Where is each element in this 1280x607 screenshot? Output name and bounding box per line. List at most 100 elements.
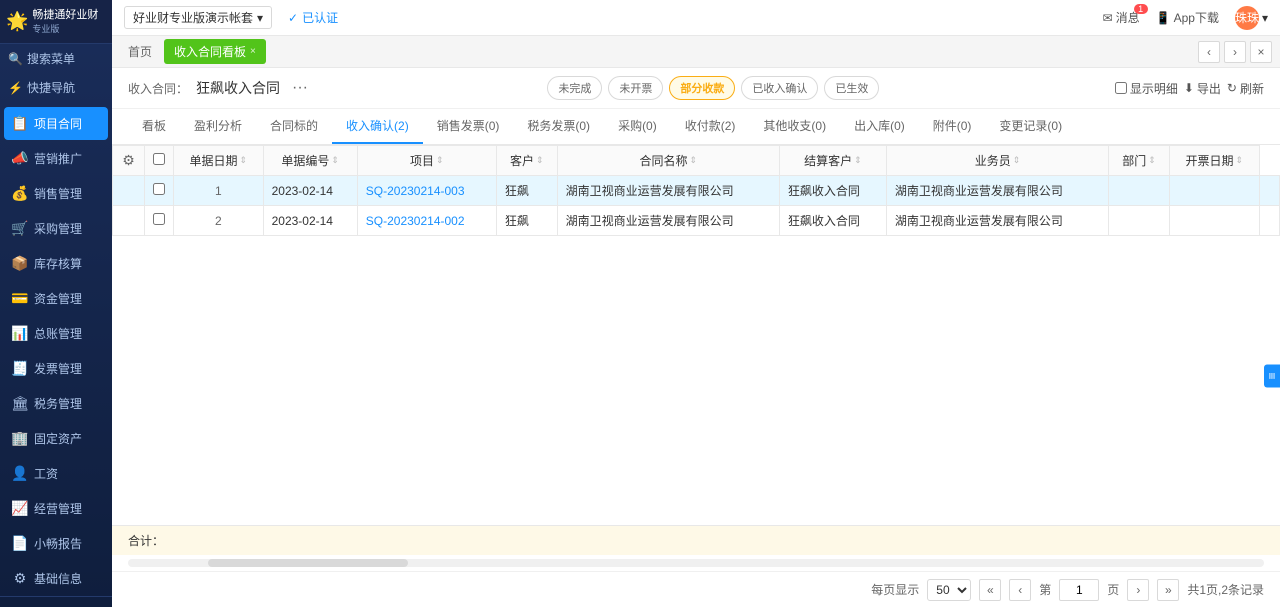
tab-other-income[interactable]: 其他收支(0) (749, 109, 840, 144)
tab-stock-out[interactable]: 出入库(0) (840, 109, 919, 144)
scroll-thumb[interactable] (208, 559, 408, 567)
tab-contract-board[interactable]: 收入合同看板 × (164, 39, 266, 64)
row-checkbox-0[interactable] (153, 183, 165, 195)
sidebar-item-hr[interactable]: 👤 工资 (4, 457, 108, 490)
sidebar-item-label-search: 搜索菜单 (27, 50, 75, 67)
cell-customer-1: 湖南卫视商业运营发展有限公司 (557, 206, 779, 236)
status-uninvoiced-button[interactable]: 未开票 (608, 76, 663, 100)
pagination-first-button[interactable]: « (979, 579, 1001, 601)
sidebar-item-invoice-mgmt[interactable]: 🧾 发票管理 (4, 352, 108, 385)
show-detail-toggle[interactable]: 显示明细 (1115, 80, 1178, 97)
th-salesperson-sort[interactable]: 业务员 ⇕ (975, 152, 1021, 169)
sidebar-item-inventory[interactable]: 📦 库存核算 (4, 247, 108, 280)
sidebar-item-marketing[interactable]: 📣 营销推广 (4, 142, 108, 175)
th-billing-customer-sort[interactable]: 结算客户 ⇕ (804, 152, 862, 169)
tab-close-window-button[interactable]: × (1250, 41, 1272, 63)
cell-num-1: 2 (174, 206, 264, 236)
table-row[interactable]: 2 2023-02-14 SQ-20230214-002 狂飙 湖南卫视商业运营… (113, 206, 1280, 236)
cell-check[interactable] (145, 176, 174, 206)
status-active-button[interactable]: 已生效 (824, 76, 879, 100)
sidebar-item-sales[interactable]: 💰 销售管理 (4, 177, 108, 210)
table-body: 1 2023-02-14 SQ-20230214-003 狂飙 湖南卫视商业运营… (113, 176, 1280, 236)
app-download-button[interactable]: 📱 App下载 (1156, 9, 1219, 26)
tab-home[interactable]: 首页 (120, 39, 160, 64)
sidebar-item-general[interactable]: 📊 总账管理 (4, 317, 108, 350)
company-selector[interactable]: 好业财专业版演示帐套 ▾ (124, 6, 272, 29)
refresh-icon: ↻ (1227, 81, 1237, 95)
tab-profit[interactable]: 盈利分析 (180, 109, 256, 144)
row-checkbox-1[interactable] (153, 213, 165, 225)
sidebar-item-report[interactable]: 📄 小畅报告 (4, 527, 108, 560)
chevron-down-icon-user: ▾ (1262, 11, 1268, 25)
tab-kanban[interactable]: 看板 (128, 109, 180, 144)
pagination-next-button[interactable]: › (1127, 579, 1149, 601)
select-all-checkbox[interactable] (153, 153, 165, 165)
cell-number-1[interactable]: SQ-20230214-002 (357, 206, 496, 236)
sidebar-item-quicknav[interactable]: ⚡ 快捷导航 (0, 73, 112, 102)
cell-check[interactable] (145, 206, 174, 236)
cell-invoice-date-0 (1259, 176, 1279, 206)
sidebar-item-ops[interactable]: 📈 经营管理 (4, 492, 108, 525)
th-invoice-date-sort[interactable]: 开票日期 ⇕ (1185, 152, 1243, 169)
tab-contract-std[interactable]: 合同标的 (256, 109, 332, 144)
sidebar-item-label-funds: 资金管理 (34, 290, 82, 307)
mobile-icon: 📱 (1156, 11, 1171, 25)
tab-prev-button[interactable]: ‹ (1198, 41, 1220, 63)
cell-number-0[interactable]: SQ-20230214-003 (357, 176, 496, 206)
fixed-assets-icon: 🏢 (12, 431, 28, 447)
tab-purchase[interactable]: 采购(0) (604, 109, 671, 144)
tab-tax-invoice[interactable]: 税务发票(0) (513, 109, 604, 144)
horizontal-scrollbar[interactable] (128, 559, 1264, 567)
table-row[interactable]: 1 2023-02-14 SQ-20230214-003 狂飙 湖南卫视商业运营… (113, 176, 1280, 206)
status-uncomplete-button[interactable]: 未完成 (547, 76, 602, 100)
project-icon: 📋 (12, 116, 28, 132)
record-link-0[interactable]: SQ-20230214-003 (366, 184, 465, 198)
th-customer-sort[interactable]: 客户 ⇕ (510, 152, 544, 169)
status-confirmed-button[interactable]: 已收入确认 (741, 76, 818, 100)
right-panel-toggle[interactable]: ≡ (1264, 364, 1280, 387)
tab-attachments[interactable]: 附件(0) (919, 109, 986, 144)
user-menu[interactable]: 珠珠 ▾ (1235, 6, 1268, 30)
th-project-sort[interactable]: 项目 ⇕ (410, 152, 444, 169)
avatar-text: 珠珠 (1235, 9, 1259, 26)
sidebar-item-base[interactable]: ⚙ 基础信息 (4, 562, 108, 595)
tab-sales-invoice[interactable]: 销售发票(0) (423, 109, 514, 144)
purchase-icon: 🛒 (12, 221, 28, 237)
record-link-1[interactable]: SQ-20230214-002 (366, 214, 465, 228)
marketing-icon: 📣 (12, 151, 28, 167)
footer-total-label: 合计： (128, 532, 164, 549)
th-date-sort[interactable]: 单据日期 ⇕ (190, 152, 248, 169)
sidebar-item-project[interactable]: 📋 项目合同 (4, 107, 108, 140)
last-icon: » (1165, 583, 1172, 597)
tab-change-log[interactable]: 变更记录(0) (985, 109, 1076, 144)
th-department-sort[interactable]: 部门 ⇕ (1122, 152, 1156, 169)
th-contract-name-sort[interactable]: 合同名称 ⇕ (639, 152, 697, 169)
sidebar-item-purchase[interactable]: 🛒 采购管理 (4, 212, 108, 245)
th-number-sort[interactable]: 单据编号 ⇕ (281, 152, 339, 169)
pagination-last-button[interactable]: » (1157, 579, 1179, 601)
per-page-select[interactable]: 50 (927, 579, 971, 601)
sidebar-item-label-ops: 经营管理 (34, 500, 82, 517)
tab-payment[interactable]: 收付款(2) (671, 109, 750, 144)
more-options-button[interactable]: ··· (288, 79, 312, 97)
sidebar-item-tax[interactable]: 🏛 税务管理 (4, 387, 108, 420)
show-detail-checkbox[interactable] (1115, 82, 1127, 94)
export-button[interactable]: ⬇ 导出 (1184, 80, 1221, 97)
refresh-button[interactable]: ↻ 刷新 (1227, 80, 1264, 97)
tab-income-confirm[interactable]: 收入确认(2) (332, 109, 423, 144)
sidebar-item-label-invoice-mgmt: 发票管理 (34, 360, 82, 377)
sidebar-item-search[interactable]: 🔍 搜索菜单 (0, 44, 112, 73)
prev-icon: ‹ (1207, 45, 1211, 59)
invoice-mgmt-icon: 🧾 (12, 361, 28, 377)
export-icon: ⬇ (1184, 81, 1194, 95)
tab-close-icon[interactable]: × (250, 46, 256, 57)
settings-icon[interactable]: ⚙ (122, 152, 135, 168)
tab-next-button[interactable]: › (1224, 41, 1246, 63)
page-number-input[interactable] (1059, 579, 1099, 601)
message-button[interactable]: ✉ 消息 1 (1103, 9, 1140, 26)
pagination-prev-button[interactable]: ‹ (1009, 579, 1031, 601)
sidebar-item-funds[interactable]: 💳 资金管理 (4, 282, 108, 315)
sidebar-cancel-pin[interactable]: 📌 取消固定 (0, 596, 112, 607)
sidebar-item-fixed-assets[interactable]: 🏢 固定资产 (4, 422, 108, 455)
status-partial-button[interactable]: 部分收款 (669, 76, 735, 100)
